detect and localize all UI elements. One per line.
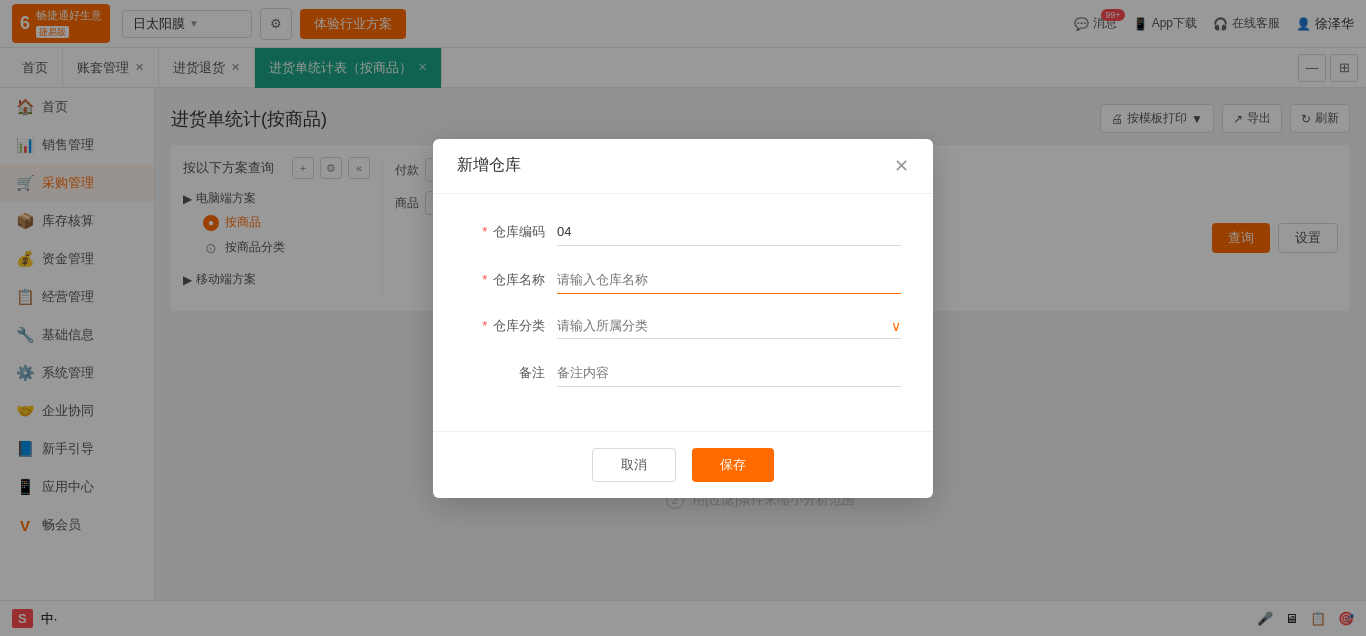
name-form-row: * 仓库名称 (465, 266, 901, 294)
save-button[interactable]: 保存 (692, 448, 774, 482)
remark-input[interactable] (557, 359, 901, 387)
remark-label: 备注 (465, 364, 545, 382)
code-form-row: * 仓库编码 (465, 218, 901, 246)
category-select-input[interactable] (557, 318, 891, 333)
add-warehouse-modal: 新增仓库 ✕ * 仓库编码 * 仓库名称 (433, 139, 933, 498)
remark-form-row: 备注 (465, 359, 901, 387)
modal-close-button[interactable]: ✕ (894, 155, 909, 177)
category-dropdown-icon[interactable]: ∨ (891, 318, 901, 334)
modal-body: * 仓库编码 * 仓库名称 * 仓库分类 (433, 194, 933, 431)
code-label: * 仓库编码 (465, 223, 545, 241)
warehouse-code-input[interactable] (557, 218, 901, 246)
category-form-row: * 仓库分类 ∨ (465, 314, 901, 339)
modal-overlay: 新增仓库 ✕ * 仓库编码 * 仓库名称 (0, 0, 1366, 636)
modal-title: 新增仓库 (457, 155, 521, 176)
cancel-button[interactable]: 取消 (592, 448, 676, 482)
modal-footer: 取消 保存 (433, 431, 933, 498)
modal-header: 新增仓库 ✕ (433, 139, 933, 194)
category-select-wrapper: ∨ (557, 314, 901, 339)
category-label: * 仓库分类 (465, 317, 545, 335)
warehouse-name-input[interactable] (557, 266, 901, 294)
name-label: * 仓库名称 (465, 271, 545, 289)
